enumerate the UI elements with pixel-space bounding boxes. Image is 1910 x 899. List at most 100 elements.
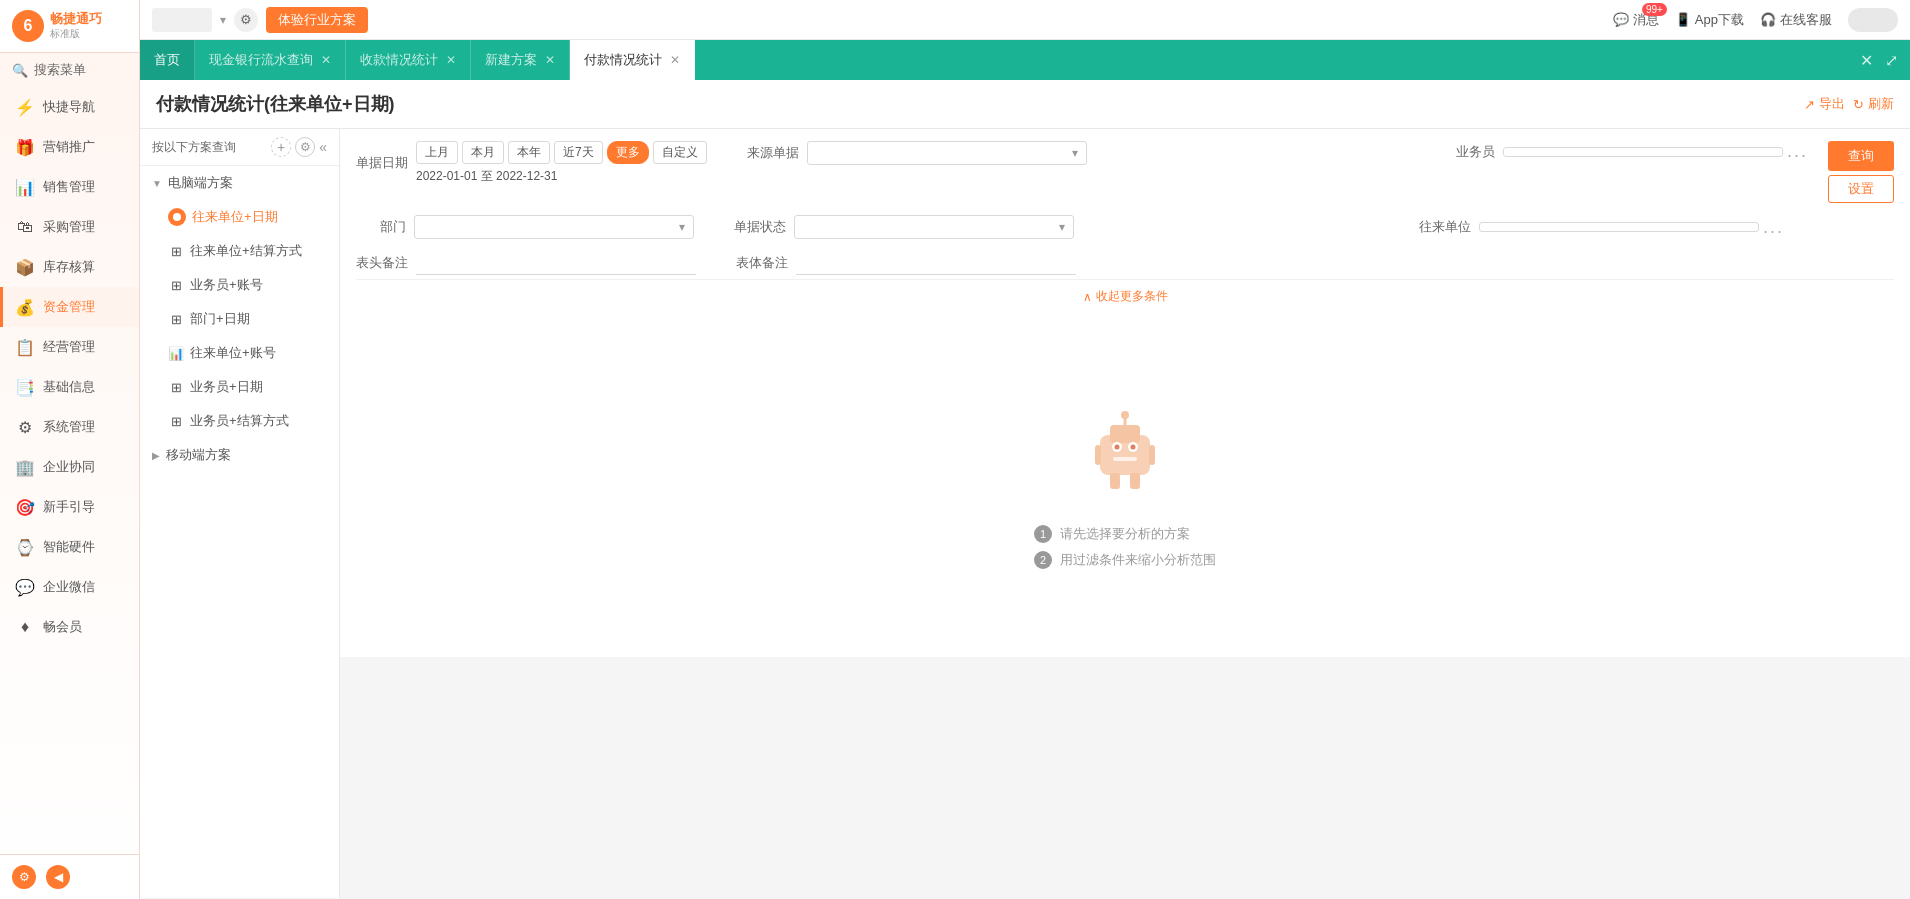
sidebar-item-funds[interactable]: 💰 资金管理 [0, 287, 139, 327]
company-dropdown[interactable]: ▾ [220, 13, 226, 27]
sidebar-item-member[interactable]: ♦ 畅会员 [0, 607, 139, 647]
status-label: 单据状态 [734, 218, 786, 236]
sidebar-item-system[interactable]: ⚙ 系统管理 [0, 407, 139, 447]
date-btn-custom[interactable]: 自定义 [653, 141, 707, 164]
sidebar-item-operation[interactable]: 📋 经营管理 [0, 327, 139, 367]
header-note-input[interactable] [416, 251, 696, 275]
status-select[interactable]: ▾ [794, 215, 1074, 239]
sidebar-bottom: ⚙ ◀ [0, 854, 139, 899]
tab-new-scheme-label: 新建方案 [485, 51, 537, 69]
body-note-label: 表体备注 [736, 254, 788, 272]
partner-dots[interactable]: ... [1763, 217, 1784, 238]
scheme-add-btn[interactable]: + [271, 137, 291, 157]
sidebar-item-sales[interactable]: 📊 销售管理 [0, 167, 139, 207]
tab-close-cash-flow[interactable]: ✕ [321, 53, 331, 67]
collapse-label: 收起更多条件 [1096, 288, 1168, 305]
svg-point-6 [1131, 445, 1136, 450]
expand-arrow-icon: ▶ [152, 450, 160, 461]
user-avatar[interactable] [1848, 8, 1898, 32]
tab-close-new-scheme[interactable]: ✕ [545, 53, 555, 67]
system-icon: ⚙ [15, 417, 35, 437]
scheme-collapse-btn[interactable]: « [319, 139, 327, 155]
step-1-text: 请先选择要分析的方案 [1060, 525, 1190, 543]
app-download-label: App下载 [1695, 11, 1744, 29]
sidebar-item-enterprise[interactable]: 🏢 企业协同 [0, 447, 139, 487]
sidebar-item-inventory[interactable]: 📦 库存核算 [0, 247, 139, 287]
staff-dots[interactable]: ... [1787, 141, 1808, 162]
collapse-sidebar-icon[interactable]: ◀ [46, 865, 70, 889]
search-icon: 🔍 [12, 63, 28, 78]
scheme-item-staff-settle[interactable]: ⊞ 业务员+结算方式 [140, 404, 339, 438]
dept-select[interactable]: ▾ [414, 215, 694, 239]
scheme-setting-btn[interactable]: ⚙ [295, 137, 315, 157]
date-btn-last-month[interactable]: 上月 [416, 141, 458, 164]
settings-bottom-icon[interactable]: ⚙ [12, 865, 36, 889]
scheme-group-desktop-title[interactable]: ▼ 电脑端方案 [140, 166, 339, 200]
purchase-icon: 🛍 [15, 217, 35, 237]
tab-close-payment-stat[interactable]: ✕ [670, 53, 680, 67]
close-all-tabs-btn[interactable]: ✕ [1856, 47, 1877, 74]
date-range-display: 2022-01-01 至 2022-12-31 [416, 166, 707, 185]
sidebar-item-purchase[interactable]: 🛍 采购管理 [0, 207, 139, 247]
collapse-arrow-icon: ∧ [1083, 290, 1092, 304]
sidebar-item-wechat[interactable]: 💬 企业微信 [0, 567, 139, 607]
maximize-btn[interactable]: ⤢ [1881, 47, 1902, 74]
scheme-item-partner-settle[interactable]: ⊞ 往来单位+结算方式 [140, 234, 339, 268]
date-btn-more[interactable]: 更多 [607, 141, 649, 164]
sidebar-item-quick-nav[interactable]: ⚡ 快捷导航 [0, 87, 139, 127]
page-actions: ↗ 导出 ↻ 刷新 [1804, 95, 1894, 113]
scheme-item-dept-date[interactable]: ⊞ 部门+日期 [140, 302, 339, 336]
settings-btn[interactable]: 设置 [1828, 175, 1894, 203]
staff-select[interactable] [1503, 147, 1783, 157]
source-select[interactable]: ▾ [807, 141, 1087, 165]
right-panel: 单据日期 上月 本月 本年 近7天 更多 自定义 20 [340, 129, 1910, 898]
scheme-item-staff-date[interactable]: ⊞ 业务员+日期 [140, 370, 339, 404]
refresh-btn[interactable]: ↻ 刷新 [1853, 95, 1894, 113]
sidebar-item-label: 库存核算 [43, 258, 95, 276]
tab-receivable[interactable]: 收款情况统计 ✕ [346, 40, 471, 80]
page: 付款情况统计(往来单位+日期) ↗ 导出 ↻ 刷新 按以下方案查询 + [140, 80, 1910, 899]
tab-close-receivable[interactable]: ✕ [446, 53, 456, 67]
scheme-item-partner-date[interactable]: 往来单位+日期 [140, 200, 339, 234]
date-btn-7days[interactable]: 近7天 [554, 141, 603, 164]
svg-rect-8 [1095, 445, 1101, 465]
tab-new-scheme[interactable]: 新建方案 ✕ [471, 40, 570, 80]
date-btn-this-year[interactable]: 本年 [508, 141, 550, 164]
sidebar-item-guide[interactable]: 🎯 新手引导 [0, 487, 139, 527]
tab-cash-flow[interactable]: 现金银行流水查询 ✕ [195, 40, 346, 80]
sidebar-item-hardware[interactable]: ⌚ 智能硬件 [0, 527, 139, 567]
operation-icon: 📋 [15, 337, 35, 357]
tab-payment-stat-label: 付款情况统计 [584, 51, 662, 69]
date-btn-this-month[interactable]: 本月 [462, 141, 504, 164]
partner-select[interactable] [1479, 222, 1759, 232]
sidebar-item-basic[interactable]: 📑 基础信息 [0, 367, 139, 407]
sidebar-item-label: 系统管理 [43, 418, 95, 436]
online-service-btn[interactable]: 🎧 在线客服 [1760, 11, 1832, 29]
step-2-text: 用过滤条件来缩小分析范围 [1060, 551, 1216, 569]
empty-step-2: 2 用过滤条件来缩小分析范围 [1034, 551, 1216, 569]
sidebar-item-label: 企业微信 [43, 578, 95, 596]
sidebar-item-label: 快捷导航 [43, 98, 95, 116]
guide-icon: 🎯 [15, 497, 35, 517]
experience-btn[interactable]: 体验行业方案 [266, 7, 368, 33]
step-1-num: 1 [1034, 525, 1052, 543]
scheme-header-actions: + ⚙ « [271, 137, 327, 157]
messages-btn[interactable]: 💬 消息 99+ [1613, 11, 1659, 29]
search-menu[interactable]: 🔍 搜索菜单 [0, 53, 139, 87]
tab-home-label: 首页 [154, 51, 180, 69]
collapse-conditions-btn[interactable]: ∧ 收起更多条件 [356, 279, 1894, 313]
sidebar-item-marketing[interactable]: 🎁 营销推广 [0, 127, 139, 167]
app-download-btn[interactable]: 📱 App下载 [1675, 11, 1744, 29]
query-btn[interactable]: 查询 [1828, 141, 1894, 171]
scheme-item-staff-account[interactable]: ⊞ 业务员+账号 [140, 268, 339, 302]
svg-point-13 [1121, 411, 1129, 419]
tab-home[interactable]: 首页 [140, 40, 195, 80]
scheme-item-partner-account[interactable]: 📊 往来单位+账号 [140, 336, 339, 370]
scheme-item-label: 往来单位+账号 [190, 344, 276, 362]
export-btn[interactable]: ↗ 导出 [1804, 95, 1845, 113]
tab-payment-stat[interactable]: 付款情况统计 ✕ [570, 40, 695, 80]
header-settings-icon[interactable]: ⚙ [234, 8, 258, 32]
scheme-group-mobile-title[interactable]: ▶ 移动端方案 [140, 438, 339, 472]
body-note-input[interactable] [796, 251, 1076, 275]
filter-partner-item: 往来单位 ... [1419, 217, 1784, 238]
